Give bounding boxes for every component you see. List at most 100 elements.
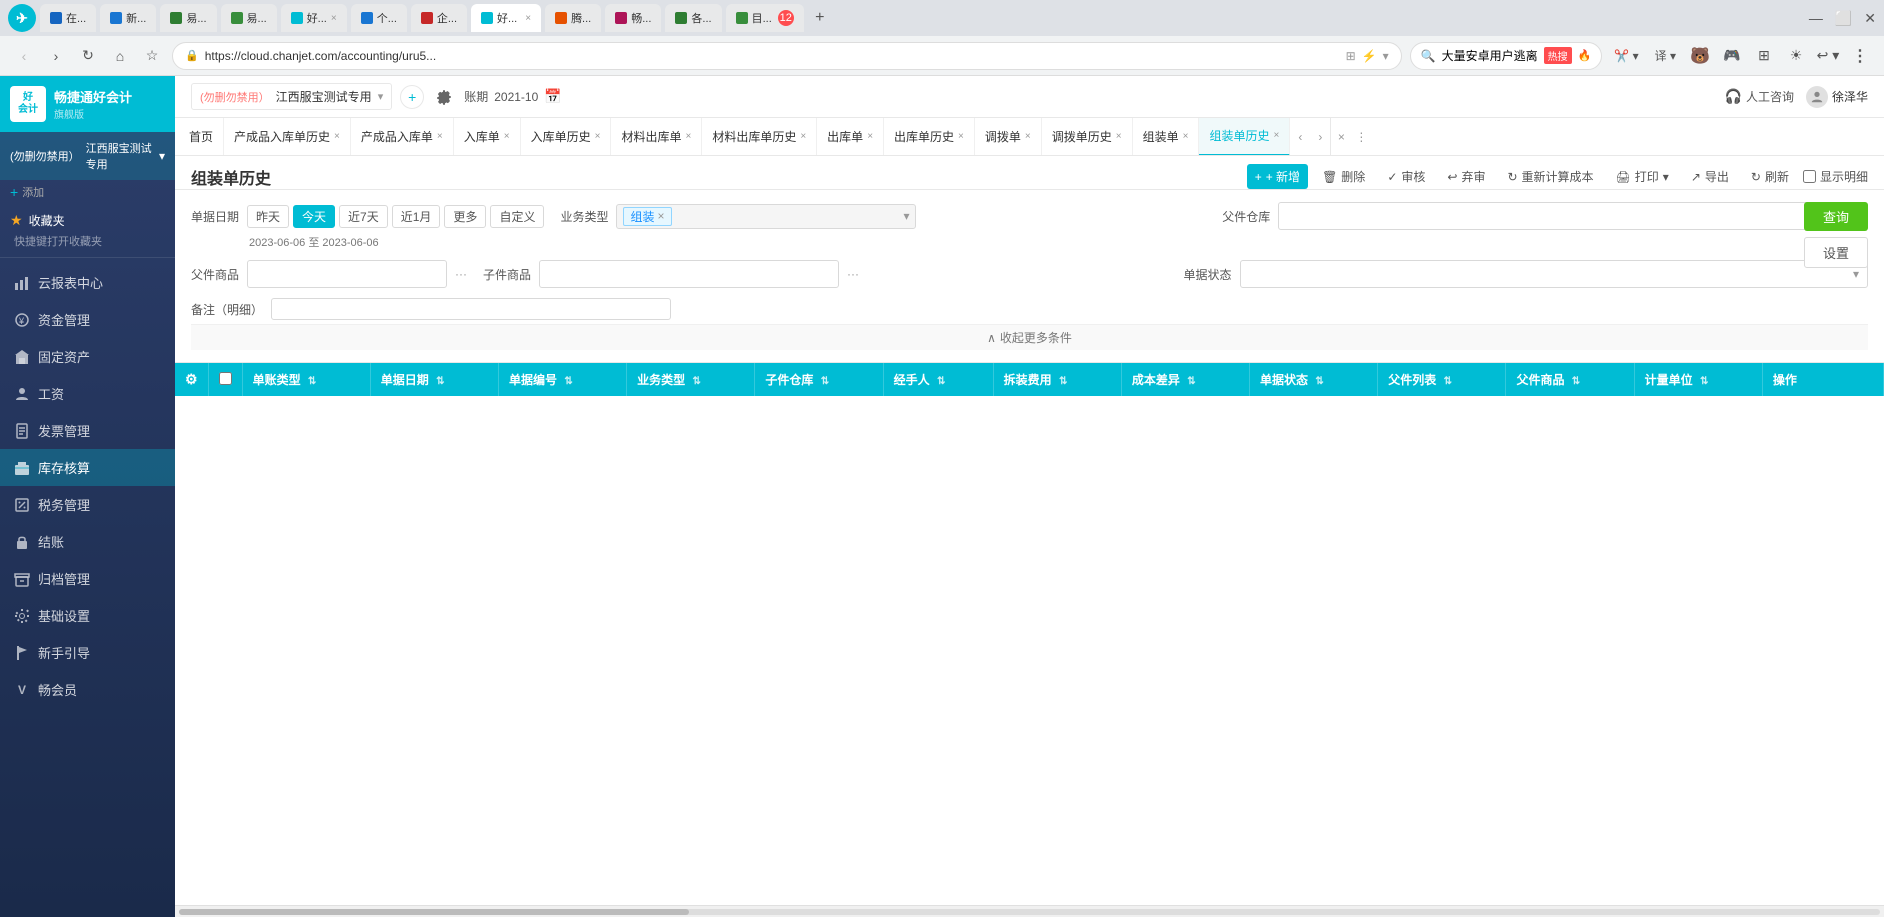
tab-5[interactable]: 好... × <box>281 4 347 32</box>
scrollbar-thumb[interactable] <box>179 909 689 915</box>
th-type[interactable]: 单账类型 ⇅ <box>242 363 370 396</box>
business-type-value-container[interactable]: 组装 × ▾ <box>616 204 916 229</box>
parent-goods-ellipsis[interactable]: ··· <box>455 267 467 281</box>
add-company-btn[interactable]: + 添加 <box>0 180 175 204</box>
home-button[interactable]: ⌂ <box>108 44 132 68</box>
th-settings[interactable]: ⚙ <box>175 363 208 396</box>
extension-icon[interactable]: ⚡ <box>1362 49 1377 63</box>
custom-btn[interactable]: 自定义 <box>490 205 544 228</box>
topnav-close-7[interactable]: × <box>867 131 873 142</box>
user-area[interactable]: 徐泽华 <box>1806 86 1868 108</box>
maximize-button[interactable]: ⬜ <box>1835 10 1852 27</box>
sidebar-item-guide[interactable]: 新手引导 <box>0 634 175 671</box>
topnav-inbound-history[interactable]: 入库单历史 × <box>521 118 612 156</box>
today-btn[interactable]: 今天 <box>293 205 335 228</box>
show-detail-input[interactable] <box>1803 170 1816 183</box>
grid-btn[interactable]: ⊞ <box>1752 44 1776 68</box>
th-date[interactable]: 单据日期 ⇅ <box>370 363 498 396</box>
business-type-dropdown[interactable]: ▾ <box>903 209 909 223</box>
audit-button[interactable]: ✓ 审核 <box>1379 164 1433 189</box>
refresh-button[interactable]: ↻ 刷新 <box>1743 164 1797 189</box>
topnav-next[interactable]: › <box>1310 118 1330 156</box>
yesterday-btn[interactable]: 昨天 <box>247 205 289 228</box>
th-checkbox[interactable] <box>208 363 242 396</box>
search-area[interactable]: 🔍 大量安卓用户逃离 热搜 🔥 <box>1410 42 1603 70</box>
sidebar-item-inventory[interactable]: 库存核算 <box>0 449 175 486</box>
th-number[interactable]: 单据编号 ⇅ <box>498 363 626 396</box>
tab-7[interactable]: 企... <box>411 4 467 32</box>
topnav-material-out-history[interactable]: 材料出库单历史 × <box>702 118 817 156</box>
topnav-transfer[interactable]: 调拨单 × <box>975 118 1042 156</box>
topnav-outbound[interactable]: 出库单 × <box>817 118 884 156</box>
bookmark-button[interactable]: ☆ <box>140 44 164 68</box>
account-selector[interactable]: (勿删勿禁用） 江西服宝测试专用 ▾ <box>0 132 175 180</box>
sidebar-item-member[interactable]: V 畅会员 <box>0 671 175 708</box>
add-button[interactable]: + + 新增 <box>1247 164 1308 189</box>
settings-icon-btn[interactable] <box>432 85 456 109</box>
sidebar-item-settings[interactable]: 基础设置 <box>0 597 175 634</box>
favorites-shortcut[interactable]: 快捷键打开收藏夹 <box>10 233 165 249</box>
topnav-material-out[interactable]: 材料出库单 × <box>611 118 702 156</box>
new-tab-button[interactable]: + <box>808 6 832 30</box>
tab-1[interactable]: 在... <box>40 4 96 32</box>
topnav-close-2[interactable]: × <box>437 131 443 142</box>
child-goods-ellipsis[interactable]: ··· <box>847 267 859 281</box>
column-settings-icon[interactable]: ⚙ <box>185 371 198 387</box>
collapse-btn[interactable]: ∧ 收起更多条件 <box>191 324 1868 350</box>
tab-8[interactable]: 好... × <box>471 4 541 32</box>
topnav-close-9[interactable]: × <box>1025 131 1031 142</box>
topnav-close-6[interactable]: × <box>800 131 806 142</box>
add-account-btn[interactable]: + <box>400 85 424 109</box>
remark-input[interactable] <box>271 298 671 320</box>
topnav-close-11[interactable]: × <box>1183 131 1189 142</box>
parent-goods-input[interactable] <box>247 260 447 288</box>
dropdown-arrow[interactable]: ▾ <box>1383 49 1389 63</box>
select-all-checkbox[interactable] <box>219 372 232 385</box>
sidebar-item-asset[interactable]: 固定资产 <box>0 338 175 375</box>
th-child-warehouse[interactable]: 子件仓库 ⇅ <box>755 363 883 396</box>
th-order-status[interactable]: 单据状态 ⇅ <box>1250 363 1378 396</box>
recalculate-button[interactable]: ↻ 重新计算成本 <box>1499 164 1601 189</box>
tab-close-8[interactable]: × <box>525 13 531 24</box>
remove-business-type-tag[interactable]: × <box>657 209 664 223</box>
topnav-close-4[interactable]: × <box>595 131 601 142</box>
th-parent-goods[interactable]: 父件商品 ⇅ <box>1506 363 1634 396</box>
topnav-close-10[interactable]: × <box>1116 131 1122 142</box>
tab-4[interactable]: 易... <box>221 4 277 32</box>
back-button[interactable]: ‹ <box>12 44 36 68</box>
sidebar-item-checkout[interactable]: 结账 <box>0 523 175 560</box>
translate-btn[interactable]: 译 ▾ <box>1651 44 1680 68</box>
child-goods-input[interactable] <box>539 260 839 288</box>
tab-12[interactable]: 目... 12 <box>726 4 804 32</box>
show-detail-checkbox[interactable]: 显示明细 <box>1803 168 1868 185</box>
emoji-btn[interactable]: 🐻 <box>1688 44 1712 68</box>
sidebar-item-tax[interactable]: 税务管理 <box>0 486 175 523</box>
print-button[interactable]: 🖨 打印 ▾ <box>1608 164 1677 189</box>
topnav-close-1[interactable]: × <box>334 131 340 142</box>
address-bar[interactable]: 🔒 https://cloud.chanjet.com/accounting/u… <box>172 42 1402 70</box>
sidebar-item-finance[interactable]: ¥ 资金管理 <box>0 301 175 338</box>
th-cost-diff[interactable]: 成本差异 ⇅ <box>1121 363 1249 396</box>
th-unit[interactable]: 计量单位 ⇅ <box>1634 363 1762 396</box>
th-business-type[interactable]: 业务类型 ⇅ <box>627 363 755 396</box>
reload-button[interactable]: ↻ <box>76 44 100 68</box>
brightness-btn[interactable]: ☀ <box>1784 44 1808 68</box>
qrcode-icon[interactable]: ⊞ <box>1346 49 1356 63</box>
service-btn[interactable]: 🎧 人工咨询 <box>1725 88 1794 105</box>
topnav-close-8[interactable]: × <box>958 131 964 142</box>
tab-3[interactable]: 易... <box>160 4 216 32</box>
topnav-close-5[interactable]: × <box>685 131 691 142</box>
topnav-menu[interactable]: ⋮ <box>1351 118 1371 156</box>
close-button[interactable]: ✕ <box>1864 10 1876 27</box>
delete-button[interactable]: 🗑 删除 <box>1314 164 1373 189</box>
topnav-close-3[interactable]: × <box>504 131 510 142</box>
header-account-selector[interactable]: (勿删勿禁用） 江西服宝测试专用 ▾ <box>191 83 392 110</box>
topnav-transfer-history[interactable]: 调拨单历史 × <box>1042 118 1133 156</box>
topnav-outbound-history[interactable]: 出库单历史 × <box>884 118 975 156</box>
forward-button[interactable]: › <box>44 44 68 68</box>
topnav-prev[interactable]: ‹ <box>1290 118 1310 156</box>
tab-10[interactable]: 畅... <box>605 4 661 32</box>
order-status-select[interactable]: ▾ <box>1240 260 1868 288</box>
topnav-assemble-history[interactable]: 组装单历史 × <box>1199 118 1290 156</box>
undo-btn[interactable]: ↩ ▾ <box>1816 44 1840 68</box>
